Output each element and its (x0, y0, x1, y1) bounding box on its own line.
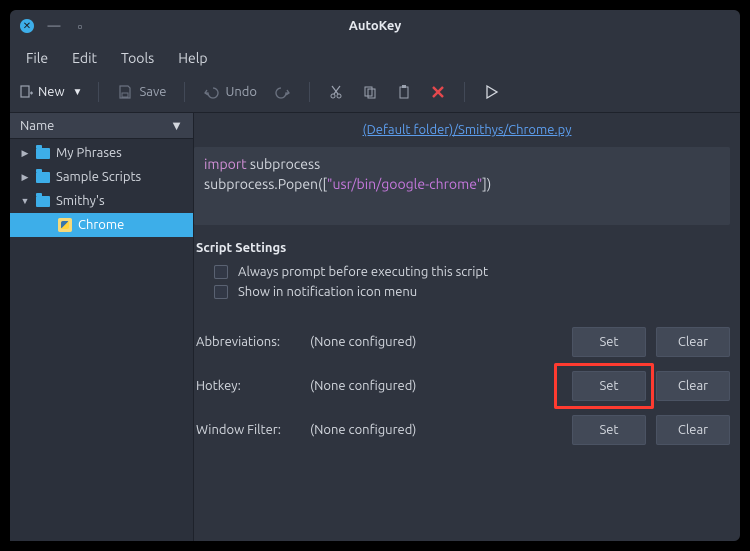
code-text: subprocess.Popen( (204, 176, 322, 192)
paste-icon (396, 84, 412, 100)
undo-button[interactable]: Undo (197, 80, 263, 104)
always-prompt-row: Always prompt before executing this scri… (214, 265, 730, 279)
chevron-down-icon: ▼ (20, 196, 30, 206)
redo-button[interactable] (269, 80, 297, 104)
save-icon (117, 84, 133, 100)
window-filter-clear-button[interactable]: Clear (656, 415, 730, 445)
show-tray-checkbox[interactable] (214, 285, 228, 299)
separator (309, 82, 310, 102)
abbreviations-clear-button[interactable]: Clear (656, 327, 730, 357)
code-string: "usr/bin/google-chrome" (327, 176, 482, 192)
checkbox-label: Always prompt before executing this scri… (238, 265, 488, 279)
tree: ▶ My Phrases ▶ Sample Scripts ▼ Smithy's (10, 139, 193, 237)
window-filter-row: Window Filter: (None configured) Set Cle… (196, 415, 730, 445)
python-file-icon (58, 218, 72, 232)
menu-file[interactable]: File (14, 46, 60, 70)
hotkey-value: (None configured) (310, 379, 562, 393)
tree-item-chrome[interactable]: Chrome (10, 213, 193, 237)
toolbar: New ▼ Save Undo (10, 78, 740, 112)
chevron-right-icon: ▶ (20, 172, 30, 183)
redo-icon (275, 84, 291, 100)
chevron-down-icon: ▼ (170, 118, 183, 133)
cut-icon (328, 84, 344, 100)
titlebar: ✕ — ▫ AutoKey (10, 10, 740, 42)
abbreviations-set-button[interactable]: Set (572, 327, 646, 357)
delete-button[interactable] (424, 80, 452, 104)
undo-icon (203, 84, 219, 100)
menubar: File Edit Tools Help (10, 42, 740, 78)
new-button[interactable]: New ▼ (18, 84, 86, 100)
window-filter-set-button[interactable]: Set (572, 415, 646, 445)
save-button-label: Save (139, 85, 166, 99)
code-keyword: import (204, 156, 247, 172)
menu-tools[interactable]: Tools (109, 46, 166, 70)
code-text: subprocess (247, 156, 321, 172)
chevron-down-icon[interactable]: ▼ (69, 86, 87, 98)
new-file-icon (18, 84, 34, 100)
show-tray-row: Show in notification icon menu (214, 285, 730, 299)
paste-button[interactable] (390, 80, 418, 104)
tree-label: Chrome (78, 218, 124, 232)
window-maximize-icon[interactable]: ▫ (74, 20, 86, 32)
window-title: AutoKey (10, 19, 740, 33)
copy-icon (362, 84, 378, 100)
tree-folder-my-phrases[interactable]: ▶ My Phrases (10, 141, 193, 165)
run-button[interactable] (477, 80, 505, 104)
window-minimize-icon[interactable]: — (48, 20, 60, 32)
delete-x-icon (430, 84, 446, 100)
sidebar-header-label: Name (20, 119, 54, 133)
abbreviations-label: Abbreviations: (196, 335, 310, 349)
play-icon (483, 84, 499, 100)
copy-button[interactable] (356, 80, 384, 104)
tree-label: Sample Scripts (56, 170, 141, 184)
chevron-right-icon: ▶ (20, 148, 30, 159)
main-pane: (Default folder)/Smithys/Chrome.py impor… (194, 113, 740, 541)
breadcrumb: (Default folder)/Smithys/Chrome.py (194, 113, 740, 145)
separator (98, 82, 99, 102)
folder-icon (36, 148, 50, 159)
abbreviations-row: Abbreviations: (None configured) Set Cle… (196, 327, 730, 357)
always-prompt-checkbox[interactable] (214, 265, 228, 279)
window-filter-label: Window Filter: (196, 423, 310, 437)
sidebar: Name ▼ ▶ My Phrases ▶ Sample Scripts ▼ S (10, 113, 194, 541)
settings-heading: Script Settings (196, 241, 730, 255)
code-text: ) (487, 176, 491, 192)
cut-button[interactable] (322, 80, 350, 104)
hotkey-row: Hotkey: (None configured) Set Clear (196, 371, 730, 401)
separator (184, 82, 185, 102)
tree-label: Smithy's (56, 194, 105, 208)
new-button-label: New (38, 85, 65, 99)
tree-folder-sample-scripts[interactable]: ▶ Sample Scripts (10, 165, 193, 189)
separator (464, 82, 465, 102)
undo-button-label: Undo (225, 85, 257, 99)
tree-label: My Phrases (56, 146, 122, 160)
window-close-icon[interactable]: ✕ (20, 19, 34, 33)
menu-help[interactable]: Help (166, 46, 219, 70)
save-button[interactable]: Save (111, 80, 172, 104)
hotkey-label: Hotkey: (196, 379, 310, 393)
window-filter-value: (None configured) (310, 423, 562, 437)
folder-icon (36, 196, 50, 207)
app-window: ✕ — ▫ AutoKey File Edit Tools Help New ▼… (10, 10, 740, 541)
tree-folder-smithys[interactable]: ▼ Smithy's (10, 189, 193, 213)
hotkey-set-button[interactable]: Set (572, 371, 646, 401)
script-settings: Script Settings Always prompt before exe… (194, 235, 740, 459)
abbreviations-value: (None configured) (310, 335, 562, 349)
menu-edit[interactable]: Edit (60, 46, 109, 70)
hotkey-clear-button[interactable]: Clear (656, 371, 730, 401)
sidebar-header[interactable]: Name ▼ (10, 113, 193, 139)
folder-icon (36, 172, 50, 183)
checkbox-label: Show in notification icon menu (238, 285, 417, 299)
breadcrumb-link[interactable]: (Default folder)/Smithys/Chrome.py (363, 123, 572, 137)
code-editor[interactable]: import subprocess subprocess.Popen(["usr… (194, 147, 730, 225)
